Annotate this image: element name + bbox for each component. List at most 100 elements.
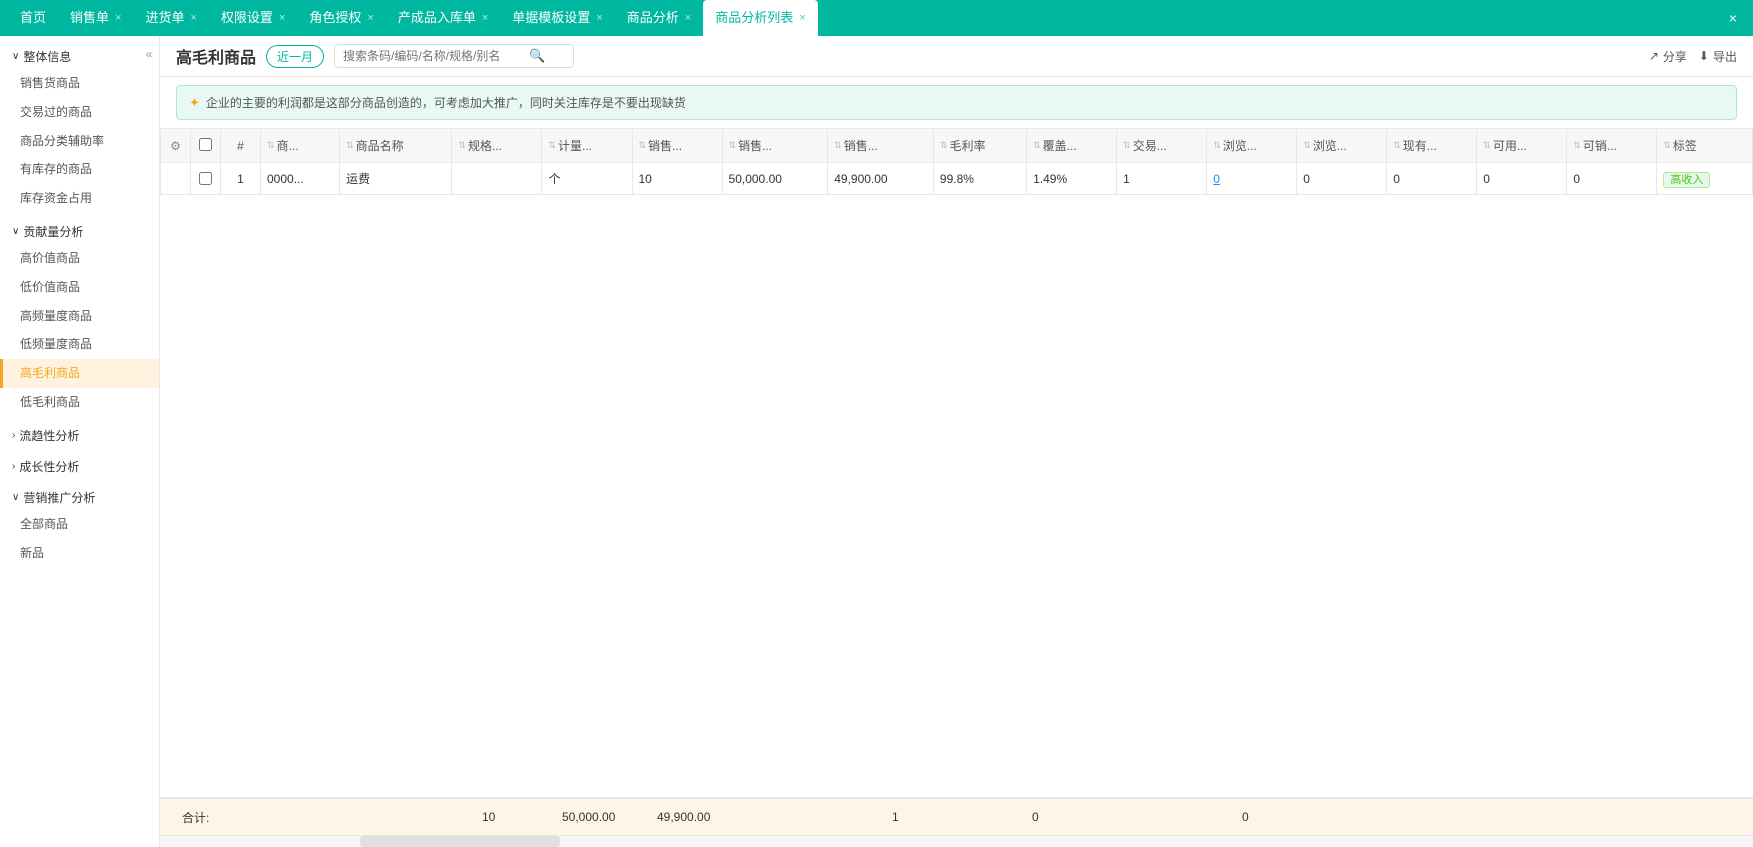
sidebar-item-low-value[interactable]: 低价值商品 <box>0 273 159 302</box>
select-all-checkbox[interactable] <box>199 138 212 151</box>
th-code[interactable]: ⇅商... <box>261 129 340 163</box>
data-table: ⚙#⇅商...⇅商品名称⇅规格...⇅计量...⇅销售...⇅销售...⇅销售.… <box>160 128 1753 195</box>
sidebar-group-title-financial[interactable]: ∨ 贡献量分析 <box>0 215 159 244</box>
sidebar-item-inventory-capital[interactable]: 库存资金占用 <box>0 184 159 213</box>
sidebar-item-high-profit[interactable]: 高毛利商品 <box>0 359 159 388</box>
search-icon[interactable]: 🔍 <box>529 48 545 64</box>
sort-icon: ⇅ <box>1573 140 1581 151</box>
sort-icon: ⇅ <box>1393 140 1401 151</box>
th-sales_profit[interactable]: ⇅销售... <box>828 129 934 163</box>
sidebar: « ∨ 整体信息销售货商品交易过的商品商品分类辅助率有库存的商品库存资金占用∨ … <box>0 36 160 847</box>
nav-tab-analysis[interactable]: 商品分析× <box>615 0 703 36</box>
row-cell-available: 0 <box>1477 163 1567 195</box>
th-gross_rate[interactable]: ⇅毛利率 <box>933 129 1026 163</box>
nav-tab-home[interactable]: 首页 <box>8 0 58 36</box>
sidebar-item-high-freq[interactable]: 高频量度商品 <box>0 302 159 331</box>
sidebar-group-growth: › 成长性分析 <box>0 450 159 479</box>
export-icon: ⬇ <box>1699 49 1709 63</box>
sidebar-item-low-freq[interactable]: 低频量度商品 <box>0 330 159 359</box>
th-current[interactable]: ⇅现有... <box>1387 129 1477 163</box>
sort-icon: ⇅ <box>267 140 275 151</box>
tab-close-products[interactable]: × <box>482 0 488 36</box>
row-check <box>191 163 221 195</box>
row-cell-code: 0000... <box>261 163 340 195</box>
sidebar-item-new-goods[interactable]: 新品 <box>0 539 159 568</box>
export-button[interactable]: ⬇ 导出 <box>1699 48 1737 65</box>
th-gear[interactable]: ⚙ <box>161 129 191 163</box>
nav-tab-purchase[interactable]: 进货单× <box>133 0 208 36</box>
main-layout: « ∨ 整体信息销售货商品交易过的商品商品分类辅助率有库存的商品库存资金占用∨ … <box>0 36 1753 847</box>
tab-close-analysis-list[interactable]: × <box>799 0 805 36</box>
nav-tab-templates[interactable]: 单据模板设置× <box>500 0 614 36</box>
footer-sales-profit: 49,900.00 <box>651 810 746 824</box>
nav-tab-analysis-list[interactable]: 商品分析列表× <box>703 0 817 36</box>
horizontal-scrollbar[interactable] <box>160 835 1753 847</box>
sidebar-item-traded-goods[interactable]: 交易过的商品 <box>0 98 159 127</box>
th-cover[interactable]: ⇅覆盖... <box>1027 129 1117 163</box>
sort-icon: ⇅ <box>834 140 842 151</box>
filter-month-button[interactable]: 近一月 <box>266 45 324 68</box>
row-gear <box>161 163 191 195</box>
share-icon: ↗ <box>1649 49 1659 63</box>
th-sales_amount[interactable]: ⇅销售... <box>722 129 828 163</box>
header-actions: ↗ 分享 ⬇ 导出 <box>1649 48 1737 65</box>
sidebar-group-overall: ∨ 整体信息销售货商品交易过的商品商品分类辅助率有库存的商品库存资金占用 <box>0 40 159 213</box>
th-available[interactable]: ⇅可用... <box>1477 129 1567 163</box>
sidebar-item-inventory-goods[interactable]: 有库存的商品 <box>0 155 159 184</box>
row-cell-browse2: 0 <box>1297 163 1387 195</box>
page-title: 高毛利商品 <box>176 44 256 68</box>
close-all-button[interactable]: × <box>1721 10 1745 26</box>
info-icon: ✦ <box>189 95 200 111</box>
th-name[interactable]: ⇅商品名称 <box>340 129 452 163</box>
sidebar-item-all-goods[interactable]: 全部商品 <box>0 510 159 539</box>
sidebar-item-low-profit[interactable]: 低毛利商品 <box>0 388 159 417</box>
nav-tab-products[interactable]: 产成品入库单× <box>386 0 500 36</box>
th-browse1[interactable]: ⇅浏览... <box>1207 129 1297 163</box>
settings-icon[interactable]: ⚙ <box>170 139 181 153</box>
row-cell-current: 0 <box>1387 163 1477 195</box>
footer-sales-amount: 50,000.00 <box>556 810 651 824</box>
nav-tab-roles[interactable]: 角色授权× <box>297 0 385 36</box>
table-row: 10000...运费个1050,000.0049,900.0099.8%1.49… <box>161 163 1753 195</box>
footer-browse2: 0 <box>1026 810 1096 824</box>
tab-close-sales[interactable]: × <box>115 0 121 36</box>
sidebar-item-analysis-assist[interactable]: 商品分类辅助率 <box>0 127 159 156</box>
arrow-icon: ∨ <box>12 51 19 62</box>
row-cell-trade: 1 <box>1117 163 1207 195</box>
share-button[interactable]: ↗ 分享 <box>1649 48 1687 65</box>
top-navigation: 首页销售单×进货单×权限设置×角色授权×产成品入库单×单据模板设置×商品分析×商… <box>0 0 1753 36</box>
row-cell-sales_amount: 50,000.00 <box>722 163 828 195</box>
row-cell-gross_rate: 99.8% <box>933 163 1026 195</box>
search-input[interactable] <box>343 49 523 63</box>
browse-link[interactable]: 0 <box>1213 172 1220 186</box>
tab-close-analysis[interactable]: × <box>685 0 691 36</box>
tab-close-roles[interactable]: × <box>367 0 373 36</box>
th-browse2[interactable]: ⇅浏览... <box>1297 129 1387 163</box>
sort-icon: ⇅ <box>458 140 466 151</box>
tab-close-purchase[interactable]: × <box>190 0 196 36</box>
th-sellable[interactable]: ⇅可销... <box>1567 129 1657 163</box>
th-num[interactable]: # <box>221 129 261 163</box>
th-trade[interactable]: ⇅交易... <box>1117 129 1207 163</box>
sidebar-collapse-button[interactable]: « <box>139 44 159 64</box>
sidebar-group-title-marketing[interactable]: ∨ 营销推广分析 <box>0 481 159 510</box>
row-checkbox[interactable] <box>199 172 212 185</box>
sidebar-group-title-growth[interactable]: › 成长性分析 <box>0 450 159 479</box>
th-check[interactable] <box>191 129 221 163</box>
th-sales_qty[interactable]: ⇅销售... <box>632 129 722 163</box>
row-cell-cover: 1.49% <box>1027 163 1117 195</box>
sidebar-item-sales-goods[interactable]: 销售货商品 <box>0 69 159 98</box>
sidebar-group-title-overall[interactable]: ∨ 整体信息 <box>0 40 159 69</box>
th-tag[interactable]: ⇅标签 <box>1657 129 1753 163</box>
nav-tab-sales[interactable]: 销售单× <box>58 0 133 36</box>
th-spec[interactable]: ⇅规格... <box>452 129 542 163</box>
tab-close-permissions[interactable]: × <box>279 0 285 36</box>
row-cell-sales_qty: 10 <box>632 163 722 195</box>
th-unit[interactable]: ⇅计量... <box>542 129 632 163</box>
sidebar-item-high-value[interactable]: 高价值商品 <box>0 244 159 273</box>
footer-sellable: 0 <box>1236 810 1306 824</box>
sort-icon: ⇅ <box>1033 140 1041 151</box>
sidebar-group-title-trend[interactable]: › 流趋性分析 <box>0 419 159 448</box>
tab-close-templates[interactable]: × <box>596 0 602 36</box>
nav-tab-permissions[interactable]: 权限设置× <box>209 0 297 36</box>
